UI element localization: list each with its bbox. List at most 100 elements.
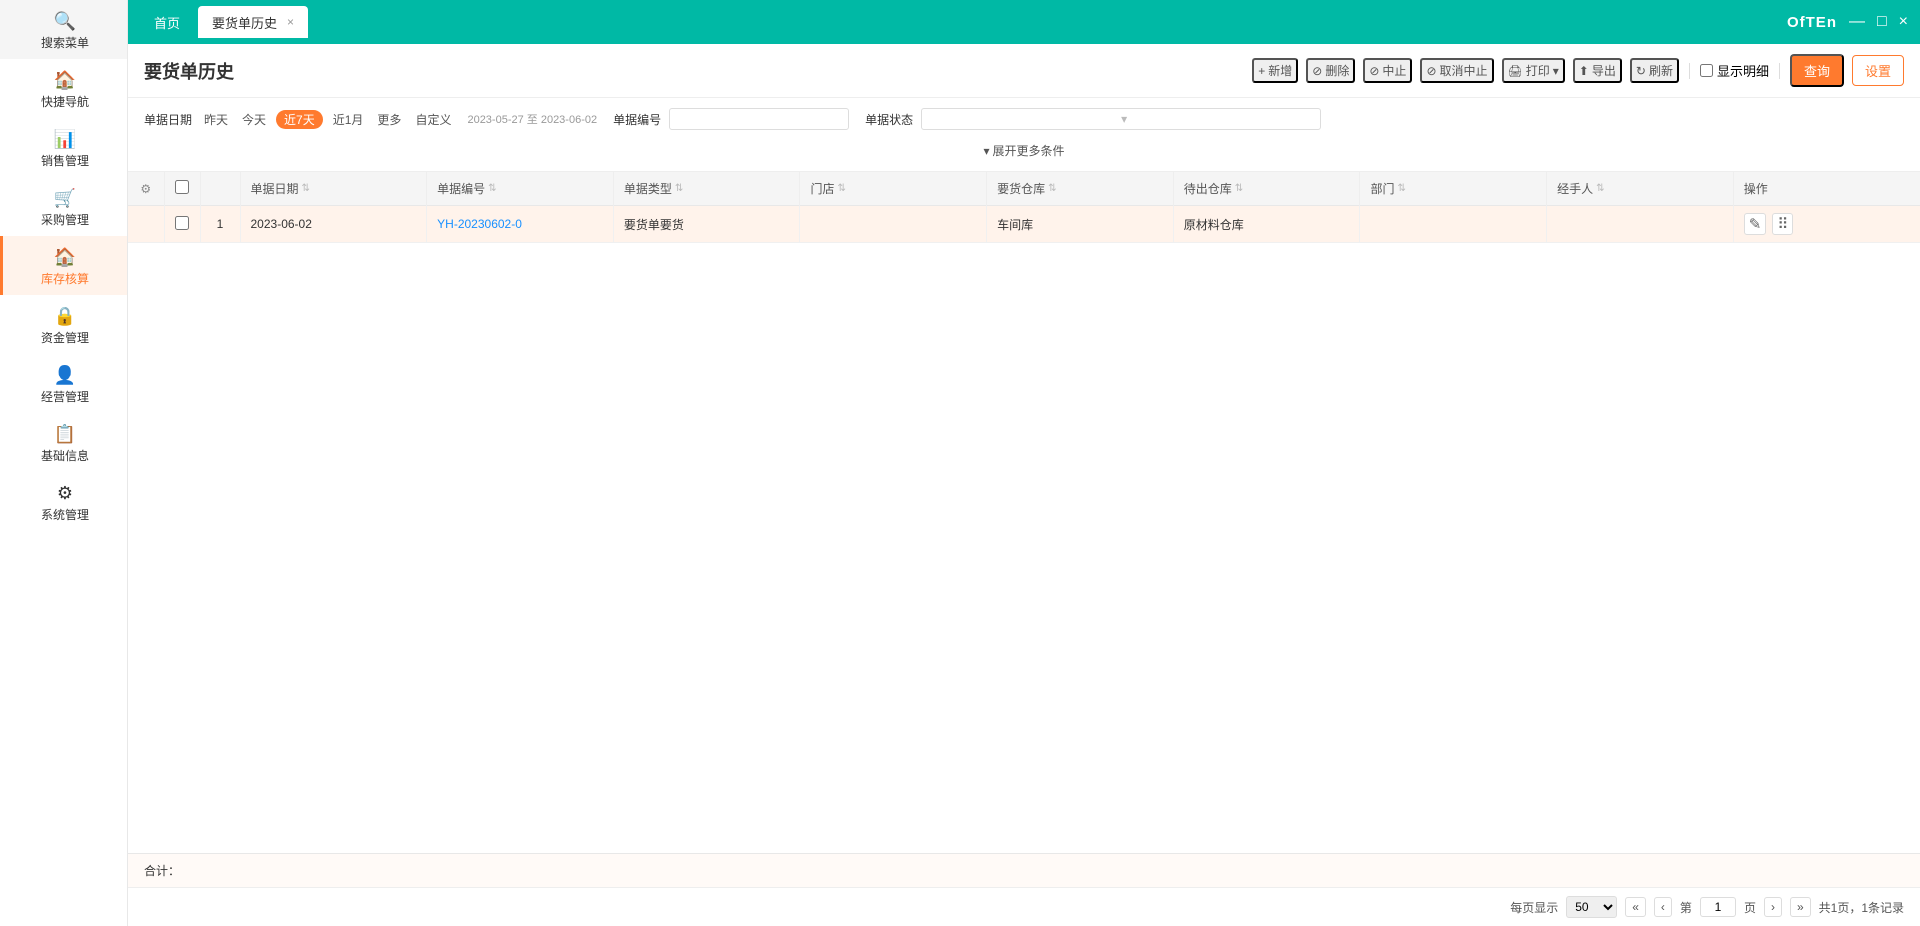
bill-no-link[interactable]: YH-20230602-0 xyxy=(437,217,522,231)
sort-store[interactable]: 门店 ⇅ xyxy=(810,180,845,197)
add-icon: + xyxy=(1258,64,1265,78)
print-button[interactable]: 🖨 打印 ▾ xyxy=(1502,58,1565,83)
sort-icon-department: ⇅ xyxy=(1397,183,1405,194)
date-shortcuts: 昨天 今天 近7天 近1月 更多 自定义 xyxy=(200,110,455,129)
first-page-button[interactable]: « xyxy=(1625,897,1646,917)
sort-bill-type[interactable]: 单据类型 ⇅ xyxy=(624,180,683,197)
today-shortcut[interactable]: 今天 xyxy=(238,110,270,129)
sort-bill-no[interactable]: 单据编号 ⇅ xyxy=(437,180,496,197)
delete-label: 删除 xyxy=(1325,62,1349,79)
last7days-shortcut[interactable]: 近7天 xyxy=(276,110,323,129)
quick-nav-icon: 🏠 xyxy=(54,71,76,89)
yesterday-shortcut[interactable]: 昨天 xyxy=(200,110,232,129)
td-checkbox xyxy=(164,206,200,243)
data-table: ⚙ 单据日期 ⇅ 单据编号 ⇅ xyxy=(128,172,1920,243)
td-settings xyxy=(128,206,164,243)
refresh-button[interactable]: ↻ 刷新 xyxy=(1630,58,1679,83)
row-checkbox[interactable] xyxy=(175,216,189,230)
maximize-button[interactable]: □ xyxy=(1877,13,1887,31)
toolbar: + 新增 ⊘ 删除 ⊘ 中止 ⊘ 取消中止 🖨 打印 xyxy=(1252,54,1904,87)
select-all-checkbox[interactable] xyxy=(175,180,189,194)
th-settings: ⚙ xyxy=(128,172,164,206)
home-tab-label: 首页 xyxy=(154,13,180,32)
sidebar-item-sales-mgmt[interactable]: 📊 销售管理 xyxy=(0,118,127,177)
settings-button[interactable]: 设置 xyxy=(1852,55,1904,86)
add-button[interactable]: + 新增 xyxy=(1252,58,1298,83)
page-header: 要货单历史 + 新增 ⊘ 删除 ⊘ 中止 ⊘ 取消中止 xyxy=(128,44,1920,98)
close-window-button[interactable]: × xyxy=(1899,13,1908,31)
sidebar-item-operations-mgmt[interactable]: 👤 经营管理 xyxy=(0,354,127,413)
sidebar-item-basic-info[interactable]: 📋 基础信息 xyxy=(0,413,127,472)
sidebar-item-finance-mgmt[interactable]: 🔒 资金管理 xyxy=(0,295,127,354)
custom-shortcut[interactable]: 自定义 xyxy=(411,110,455,129)
tab-close-icon[interactable]: × xyxy=(287,15,294,29)
expand-label: 展开更多条件 xyxy=(993,142,1065,159)
finance-icon: 🔒 xyxy=(54,307,76,325)
th-department: 部门 ⇅ xyxy=(1360,172,1547,206)
date-filter-group: 单据日期 昨天 今天 近7天 近1月 更多 自定义 2023-05-27 至 2… xyxy=(144,110,597,129)
th-store: 门店 ⇅ xyxy=(800,172,987,206)
page-size-select[interactable]: 20 50 100 200 xyxy=(1566,896,1617,918)
operations-icon: 👤 xyxy=(54,366,76,384)
prev-page-button[interactable]: ‹ xyxy=(1654,897,1672,917)
sidebar-item-system-mgmt[interactable]: ⚙ 系统管理 xyxy=(0,472,127,531)
page-body: 要货单历史 + 新增 ⊘ 删除 ⊘ 中止 ⊘ 取消中止 xyxy=(128,44,1920,926)
search-menu-icon: 🔍 xyxy=(54,12,76,30)
show-detail-toggle[interactable]: 显示明细 xyxy=(1700,61,1769,80)
edit-action-icon[interactable]: ✎ xyxy=(1744,213,1767,235)
topbar: 首页 要货单历史 × OfTEn — □ × xyxy=(128,0,1920,44)
active-tab[interactable]: 要货单历史 × xyxy=(198,6,308,38)
next-page-button[interactable]: › xyxy=(1764,897,1782,917)
sidebar-item-purchase-mgmt[interactable]: 🛒 采购管理 xyxy=(0,177,127,236)
show-detail-label: 显示明细 xyxy=(1717,61,1769,80)
sidebar-item-inventory[interactable]: 🏠 库存核算 xyxy=(0,236,127,295)
more-shortcut[interactable]: 更多 xyxy=(373,110,405,129)
sort-bill-date[interactable]: 单据日期 ⇅ xyxy=(251,180,310,197)
cancel-stop-button[interactable]: ⊘ 取消中止 xyxy=(1420,58,1493,83)
last1month-shortcut[interactable]: 近1月 xyxy=(329,110,368,129)
sidebar-item-quick-nav[interactable]: 🏠 快捷导航 xyxy=(0,59,127,118)
delete-button[interactable]: ⊘ 删除 xyxy=(1306,58,1355,83)
td-department xyxy=(1360,206,1547,243)
sort-department[interactable]: 部门 ⇅ xyxy=(1370,180,1405,197)
query-label: 查询 xyxy=(1804,61,1830,80)
bill-status-select[interactable]: ▾ xyxy=(921,108,1321,130)
stop-button[interactable]: ⊘ 中止 xyxy=(1363,58,1412,83)
home-tab[interactable]: 首页 xyxy=(140,6,194,38)
more-action-icon[interactable]: ⠿ xyxy=(1772,213,1793,235)
sales-icon: 📊 xyxy=(54,130,76,148)
show-detail-checkbox[interactable] xyxy=(1700,64,1713,77)
expand-icon: ▾ xyxy=(983,144,989,158)
page-title: 要货单历史 xyxy=(144,58,1252,84)
sort-icon-store: ⇅ xyxy=(837,183,845,194)
sidebar-item-label: 资金管理 xyxy=(41,329,89,346)
minimize-button[interactable]: — xyxy=(1849,13,1865,31)
page-suffix: 页 xyxy=(1744,899,1756,916)
chevron-down-icon: ▾ xyxy=(1121,112,1312,126)
bill-no-input[interactable] xyxy=(669,108,849,130)
refresh-icon: ↻ xyxy=(1636,64,1646,78)
th-action: 操作 xyxy=(1733,172,1920,206)
active-tab-label: 要货单历史 xyxy=(212,13,277,32)
settings-column-icon[interactable]: ⚙ xyxy=(140,182,151,196)
expand-conditions-button[interactable]: ▾ 展开更多条件 xyxy=(975,140,1072,161)
th-handler: 经手人 ⇅ xyxy=(1547,172,1734,206)
date-filter-label: 单据日期 xyxy=(144,111,192,128)
sort-req-warehouse[interactable]: 要货仓库 ⇅ xyxy=(997,180,1056,197)
expand-row: ▾ 展开更多条件 xyxy=(144,136,1904,165)
sidebar-item-search-menu[interactable]: 🔍 搜索菜单 xyxy=(0,0,127,59)
th-bill-type: 单据类型 ⇅ xyxy=(613,172,800,206)
sidebar-item-label: 快捷导航 xyxy=(41,93,89,110)
last-page-button[interactable]: » xyxy=(1790,897,1811,917)
td-index: 1 xyxy=(200,206,240,243)
query-button[interactable]: 查询 xyxy=(1790,54,1844,87)
sidebar-item-label: 系统管理 xyxy=(41,506,89,523)
sort-pending-warehouse[interactable]: 待出仓库 ⇅ xyxy=(1184,180,1243,197)
page-number-input[interactable] xyxy=(1700,897,1736,917)
sort-handler[interactable]: 经手人 ⇅ xyxy=(1557,180,1604,197)
sort-icon-bill-date: ⇅ xyxy=(302,183,310,194)
bill-status-filter-group: 单据状态 ▾ xyxy=(865,108,1904,130)
td-req-warehouse: 车间库 xyxy=(987,206,1174,243)
export-button[interactable]: ⬆ 导出 xyxy=(1573,58,1622,83)
footer-sum: 合计： xyxy=(128,853,1920,887)
